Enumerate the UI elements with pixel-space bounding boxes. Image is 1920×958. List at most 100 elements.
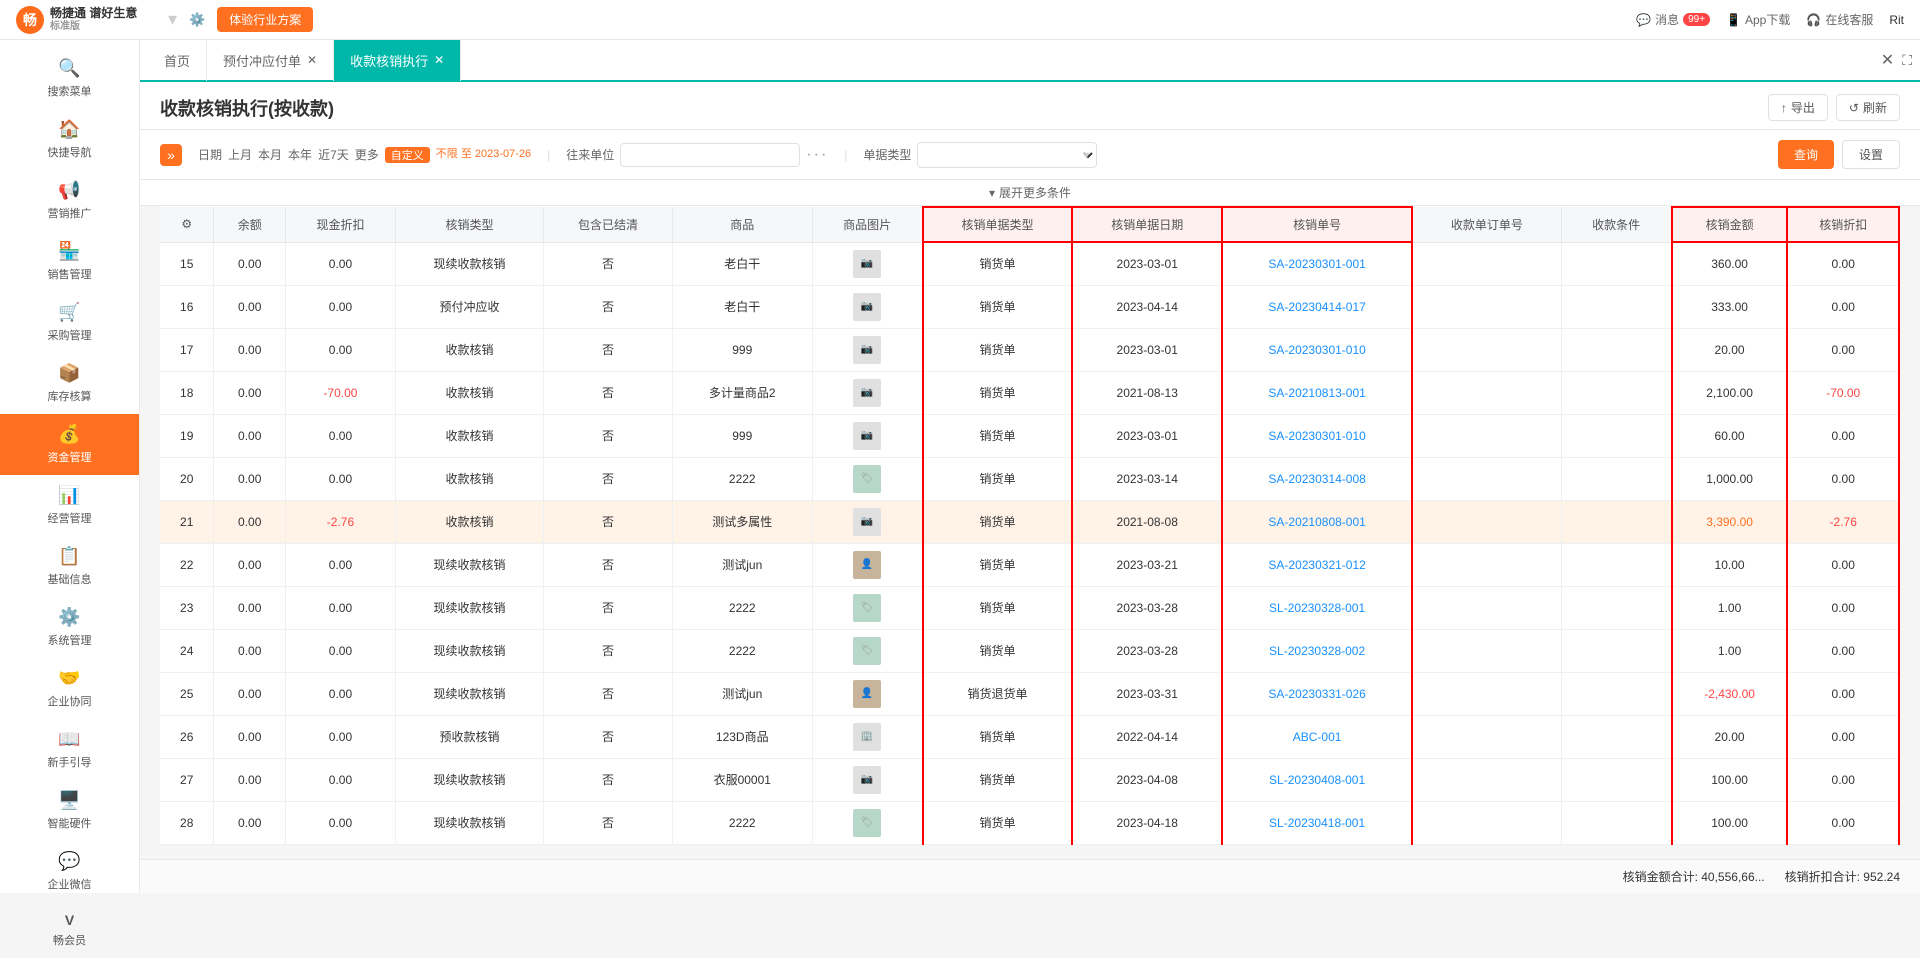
goods-img: 👤 bbox=[853, 551, 881, 579]
settings-icon[interactable]: ⚙️ bbox=[189, 12, 205, 28]
voucher-no-link[interactable]: SA-20210808-001 bbox=[1268, 515, 1365, 529]
sidebar-item-finance[interactable]: 💰 资金管理 bbox=[0, 414, 139, 475]
col-gear[interactable]: ⚙ bbox=[160, 207, 214, 242]
sidebar-item-corp[interactable]: 🤝 企业协同 bbox=[0, 658, 139, 719]
voucher-no-link[interactable]: ABC-001 bbox=[1293, 730, 1342, 744]
sidebar-item-search[interactable]: 🔍 搜索菜单 bbox=[0, 48, 139, 109]
messages-btn[interactable]: 💬 消息 99+ bbox=[1636, 11, 1710, 28]
cell-voucher-no[interactable]: SA-20230331-026 bbox=[1222, 672, 1412, 715]
cell-voucher-no[interactable]: SL-20230328-001 bbox=[1222, 586, 1412, 629]
date-custom-btn[interactable]: 自定义 bbox=[385, 147, 430, 163]
cell-voucher-no[interactable]: SL-20230408-001 bbox=[1222, 758, 1412, 801]
export-button[interactable]: ↑ 导出 bbox=[1768, 94, 1828, 121]
refresh-button[interactable]: ↺ 刷新 bbox=[1836, 94, 1900, 121]
sidebar-item-member[interactable]: V 畅会员 bbox=[0, 902, 139, 958]
cell-voucher-no[interactable]: SA-20230301-010 bbox=[1222, 414, 1412, 457]
cell-include-settled: 否 bbox=[543, 543, 672, 586]
tab-home[interactable]: 首页 bbox=[148, 40, 207, 81]
voucher-no-link[interactable]: SA-20230321-012 bbox=[1268, 558, 1365, 572]
type-select[interactable] bbox=[917, 142, 1097, 168]
user-name[interactable]: Rit bbox=[1889, 13, 1904, 27]
date-7days[interactable]: 近7天 bbox=[318, 146, 349, 163]
table-row: 28 0.00 0.00 现续收款核销 否 2222 🏷 销货单 2023-04… bbox=[160, 801, 1899, 844]
filter-expand-btn[interactable]: » bbox=[160, 144, 182, 166]
cell-voucher-date: 2023-03-14 bbox=[1072, 457, 1222, 500]
tab-close-all-icon[interactable]: ✕ bbox=[1881, 50, 1894, 70]
cell-voucher-no[interactable]: SA-20210813-001 bbox=[1222, 371, 1412, 414]
settings-button[interactable]: 设置 bbox=[1842, 140, 1900, 169]
cell-voucher-no[interactable]: ABC-001 bbox=[1222, 715, 1412, 758]
sidebar-item-hardware[interactable]: 🖥️ 智能硬件 bbox=[0, 780, 139, 841]
logo-icon: 畅 bbox=[16, 6, 44, 34]
online-service-btn[interactable]: 🎧 在线客服 bbox=[1806, 11, 1873, 28]
voucher-no-link[interactable]: SA-20230314-008 bbox=[1268, 472, 1365, 486]
voucher-no-link[interactable]: SA-20230301-010 bbox=[1268, 429, 1365, 443]
cell-receipt-no bbox=[1412, 543, 1561, 586]
cell-voucher-no[interactable]: SA-20230301-010 bbox=[1222, 328, 1412, 371]
voucher-no-link[interactable]: SA-20230414-017 bbox=[1268, 300, 1365, 314]
cell-voucher-no[interactable]: SA-20230321-012 bbox=[1222, 543, 1412, 586]
cell-voucher-no[interactable]: SA-20230301-001 bbox=[1222, 242, 1412, 285]
cell-voucher-no[interactable]: SA-20230314-008 bbox=[1222, 457, 1412, 500]
nav-dropdown[interactable]: ▾ bbox=[168, 9, 177, 30]
tab-prepay-close[interactable]: ✕ bbox=[307, 53, 317, 67]
cell-id: 22 bbox=[160, 543, 214, 586]
sidebar-label-member: 畅会员 bbox=[53, 932, 86, 948]
cell-goods-img: 📷 bbox=[812, 371, 923, 414]
cell-voucher-no[interactable]: SA-20230414-017 bbox=[1222, 285, 1412, 328]
sidebar-item-sales[interactable]: 🏪 销售管理 bbox=[0, 231, 139, 292]
voucher-no-link[interactable]: SL-20230328-001 bbox=[1269, 601, 1365, 615]
table-row: 15 0.00 0.00 现续收款核销 否 老白干 📷 销货单 2023-03-… bbox=[160, 242, 1899, 285]
sidebar-item-guide[interactable]: 📖 新手引导 bbox=[0, 719, 139, 780]
cell-goods-img: 👤 bbox=[812, 543, 923, 586]
col-verify-discount: 核销折扣 bbox=[1787, 207, 1899, 242]
sidebar-item-inventory[interactable]: 📦 库存核算 bbox=[0, 353, 139, 414]
cell-voucher-no[interactable]: SL-20230418-001 bbox=[1222, 801, 1412, 844]
app-download-btn[interactable]: 📱 App下载 bbox=[1726, 11, 1790, 28]
cell-verify-type: 收款核销 bbox=[395, 500, 543, 543]
date-more[interactable]: 更多 bbox=[355, 146, 379, 163]
cell-voucher-no[interactable]: SA-20210808-001 bbox=[1222, 500, 1412, 543]
date-this-month[interactable]: 本月 bbox=[258, 146, 282, 163]
sidebar-item-business[interactable]: 📊 经营管理 bbox=[0, 475, 139, 536]
sidebar-item-quick[interactable]: 🏠 快捷导航 bbox=[0, 109, 139, 170]
cell-receipt-no bbox=[1412, 672, 1561, 715]
industry-btn[interactable]: 体验行业方案 bbox=[217, 7, 313, 32]
tab-prepay[interactable]: 预付冲应付单 ✕ bbox=[207, 40, 334, 81]
cell-receipt-no bbox=[1412, 371, 1561, 414]
unit-dots[interactable]: ··· bbox=[806, 146, 828, 164]
tab-expand-icon[interactable]: ⛶ bbox=[1902, 52, 1912, 69]
voucher-no-link[interactable]: SL-20230418-001 bbox=[1269, 816, 1365, 830]
tab-receipt-close[interactable]: ✕ bbox=[434, 53, 444, 67]
voucher-no-link[interactable]: SL-20230408-001 bbox=[1269, 773, 1365, 787]
cell-include-settled: 否 bbox=[543, 758, 672, 801]
sidebar-item-basic[interactable]: 📋 基础信息 bbox=[0, 536, 139, 597]
sidebar-label-basic: 基础信息 bbox=[48, 571, 92, 587]
cell-verify-type: 现续收款核销 bbox=[395, 586, 543, 629]
sidebar-item-system[interactable]: ⚙️ 系统管理 bbox=[0, 597, 139, 658]
cell-goods: 测试多属性 bbox=[672, 500, 812, 543]
expand-more-bar: ▾ 展开更多条件 bbox=[140, 180, 1920, 206]
query-button[interactable]: 查询 bbox=[1778, 140, 1834, 169]
cell-voucher-no[interactable]: SL-20230328-002 bbox=[1222, 629, 1412, 672]
sidebar-item-marketing[interactable]: 📢 营销推广 bbox=[0, 170, 139, 231]
cell-verify-amount: 1.00 bbox=[1672, 586, 1788, 629]
sidebar-item-purchase[interactable]: 🛒 采购管理 bbox=[0, 292, 139, 353]
cell-goods: 老白干 bbox=[672, 242, 812, 285]
cell-balance: 0.00 bbox=[214, 543, 286, 586]
cell-balance: 0.00 bbox=[214, 414, 286, 457]
voucher-no-link[interactable]: SA-20230331-026 bbox=[1268, 687, 1365, 701]
voucher-no-link[interactable]: SA-20230301-010 bbox=[1268, 343, 1365, 357]
voucher-no-link[interactable]: SL-20230328-002 bbox=[1269, 644, 1365, 658]
cell-cash-discount: 0.00 bbox=[286, 414, 396, 457]
date-this-year[interactable]: 本年 bbox=[288, 146, 312, 163]
date-last-month[interactable]: 上月 bbox=[228, 146, 252, 163]
tab-receipt-label: 收款核销执行 bbox=[350, 51, 428, 70]
tab-receipt[interactable]: 收款核销执行 ✕ bbox=[334, 40, 461, 81]
voucher-no-link[interactable]: SA-20230301-001 bbox=[1268, 257, 1365, 271]
cell-goods: 老白干 bbox=[672, 285, 812, 328]
unit-input[interactable] bbox=[620, 143, 800, 167]
expand-more-button[interactable]: ▾ 展开更多条件 bbox=[989, 184, 1071, 201]
cell-verify-amount: 20.00 bbox=[1672, 715, 1788, 758]
voucher-no-link[interactable]: SA-20210813-001 bbox=[1268, 386, 1365, 400]
